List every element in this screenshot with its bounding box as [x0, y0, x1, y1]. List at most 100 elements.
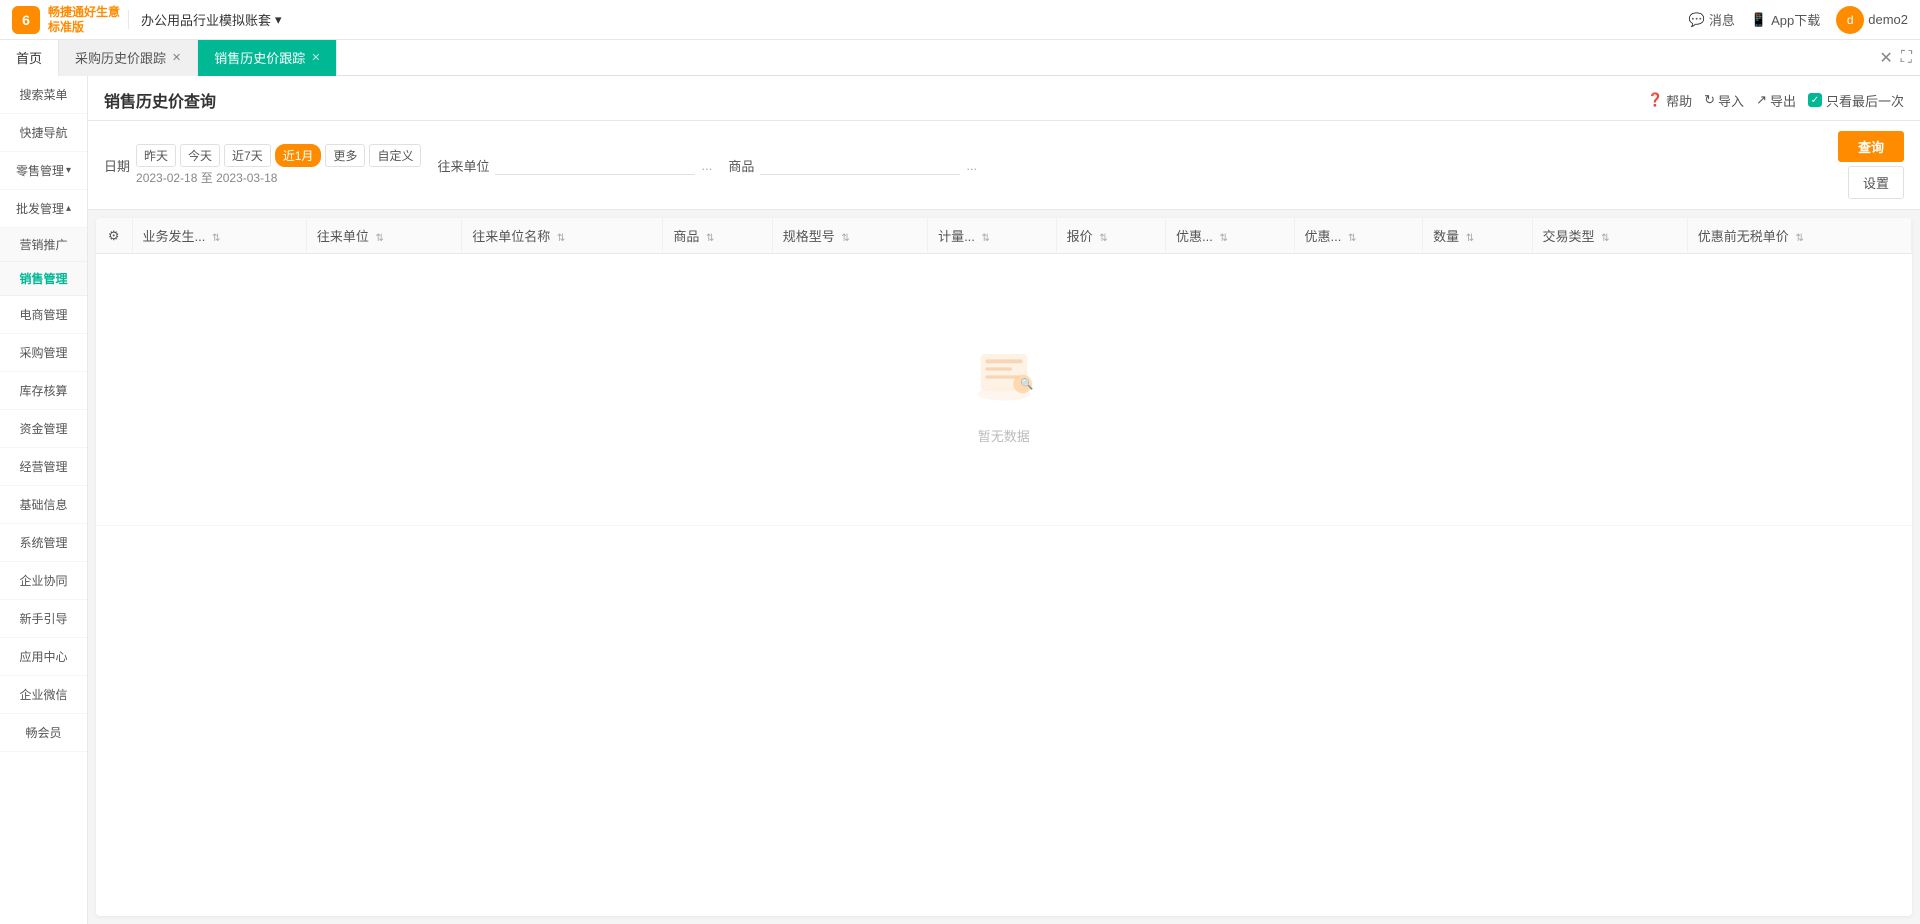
th-unit[interactable]: 计量... ⇅ — [928, 218, 1057, 254]
date-btn-custom[interactable]: 自定义 — [369, 144, 421, 167]
table-body: 🔍 暂无数据 — [96, 254, 1912, 526]
date-filter-col: 昨天 今天 近7天 近1月 更多 自定义 2023-02-18 至 2023-0… — [136, 144, 421, 186]
sidebar-item-member[interactable]: 畅会员 — [0, 714, 87, 752]
partner-label: 往来单位 — [437, 156, 489, 175]
partner-filter-group: 往来单位 ... — [437, 155, 712, 175]
page-title: 销售历史价查询 — [104, 88, 216, 112]
sort-icon-biz-date: ⇅ — [212, 233, 220, 244]
goods-dots[interactable]: ... — [966, 158, 977, 173]
sidebar-item-enterprise[interactable]: 企业协同 — [0, 562, 87, 600]
sidebar-item-quick-nav[interactable]: 快捷导航 — [0, 114, 87, 152]
sidebar-item-system[interactable]: 系统管理 — [0, 524, 87, 562]
import-action[interactable]: ↻ 导入 — [1704, 91, 1744, 110]
th-trade-type[interactable]: 交易类型 ⇅ — [1532, 218, 1687, 254]
tab-home[interactable]: 首页 — [0, 40, 59, 76]
sidebar-item-purchase[interactable]: 采购管理 — [0, 334, 87, 372]
import-icon: ↻ — [1704, 92, 1715, 108]
tab-sales-history-close[interactable]: ✕ — [311, 51, 320, 64]
sidebar-item-corp-wechat[interactable]: 企业微信 — [0, 676, 87, 714]
tab-purchase-history[interactable]: 采购历史价跟踪 ✕ — [59, 40, 198, 76]
gear-icon[interactable]: ⚙ — [108, 228, 120, 243]
sidebar-item-marketing[interactable]: 营销推广 — [0, 228, 87, 262]
th-discount1[interactable]: 优惠... ⇅ — [1166, 218, 1295, 254]
date-label: 日期 — [104, 156, 130, 175]
logo-icon: 6 — [12, 6, 40, 34]
sidebar-item-basic-info[interactable]: 基础信息 — [0, 486, 87, 524]
page-actions: ❓ 帮助 ↻ 导入 ↗ 导出 ✓ 只看最后一次 — [1647, 91, 1904, 110]
nav-app-download[interactable]: 📱 App下载 — [1751, 10, 1820, 29]
main-layout: 搜索菜单 快捷导航 零售管理 ▾ 批发管理 ▴ 营销推广 销售管理 电商管理 采… — [0, 76, 1920, 924]
chevron-up-icon: ▴ — [66, 203, 71, 214]
th-discount2[interactable]: 优惠... ⇅ — [1294, 218, 1423, 254]
topbar-right: 💬 消息 📱 App下载 d demo2 — [1689, 6, 1908, 34]
sidebar-item-inventory[interactable]: 库存核算 — [0, 372, 87, 410]
close-tab-icon[interactable]: ✕ — [1879, 48, 1892, 68]
goods-label: 商品 — [728, 156, 754, 175]
maximize-icon[interactable]: ⛶ — [1901, 49, 1912, 67]
topbar-left: 6 畅捷通好生意 标准版 办公用品行业模拟账套 ▾ — [12, 5, 282, 34]
goods-input[interactable] — [760, 155, 960, 175]
sort-icon-quantity: ⇅ — [1466, 233, 1474, 244]
th-partner-name[interactable]: 往来单位名称 ⇅ — [462, 218, 663, 254]
sidebar-item-search-menu[interactable]: 搜索菜单 — [0, 76, 87, 114]
app-selector[interactable]: 办公用品行业模拟账套 ▾ — [128, 10, 282, 29]
date-btn-today[interactable]: 今天 — [180, 144, 220, 167]
goods-filter-group: 商品 ... — [728, 155, 977, 175]
tab-purchase-history-close[interactable]: ✕ — [172, 51, 181, 64]
export-action[interactable]: ↗ 导出 — [1756, 91, 1796, 110]
th-price[interactable]: 报价 ⇅ — [1056, 218, 1165, 254]
settings-button[interactable]: 设置 — [1848, 166, 1904, 199]
content-area: 销售历史价查询 ❓ 帮助 ↻ 导入 ↗ 导出 ✓ 只看最后一次 — [88, 76, 1920, 924]
sidebar: 搜索菜单 快捷导航 零售管理 ▾ 批发管理 ▴ 营销推广 销售管理 电商管理 采… — [0, 76, 88, 924]
date-btn-last7[interactable]: 近7天 — [224, 144, 271, 167]
sort-icon-price: ⇅ — [1099, 233, 1107, 244]
only-last-checkbox-label[interactable]: ✓ 只看最后一次 — [1808, 91, 1904, 110]
th-goods[interactable]: 商品 ⇅ — [663, 218, 772, 254]
sidebar-item-finance[interactable]: 资金管理 — [0, 410, 87, 448]
th-quantity[interactable]: 数量 ⇅ — [1423, 218, 1532, 254]
partner-dots[interactable]: ... — [701, 158, 712, 173]
sort-icon-partner-code: ⇅ — [376, 233, 384, 244]
th-biz-date[interactable]: 业务发生... ⇅ — [132, 218, 306, 254]
sidebar-item-sales-mgmt[interactable]: 销售管理 — [0, 262, 87, 296]
date-filter-group: 日期 昨天 今天 近7天 近1月 更多 自定义 2023-02-18 至 202… — [104, 144, 421, 186]
only-last-checkbox[interactable]: ✓ — [1808, 93, 1822, 107]
th-pretax-price[interactable]: 优惠前无税单价 ⇅ — [1687, 218, 1911, 254]
chevron-down-icon: ▾ — [275, 12, 282, 28]
date-btn-yesterday[interactable]: 昨天 — [136, 144, 176, 167]
sidebar-item-guide[interactable]: 新手引导 — [0, 600, 87, 638]
message-icon: 💬 — [1689, 12, 1705, 28]
partner-input[interactable] — [495, 155, 695, 175]
filter-right: 查询 设置 — [1838, 131, 1904, 199]
sidebar-item-retail-mgmt[interactable]: 零售管理 ▾ — [0, 152, 87, 190]
th-spec[interactable]: 规格型号 ⇅ — [772, 218, 927, 254]
table-header: ⚙ 业务发生... ⇅ 往来单位 ⇅ 往来单位名称 ⇅ — [96, 218, 1912, 254]
th-gear[interactable]: ⚙ — [96, 218, 132, 254]
chevron-down-icon: ▾ — [66, 165, 71, 176]
sidebar-item-operations[interactable]: 经营管理 — [0, 448, 87, 486]
page-header: 销售历史价查询 ❓ 帮助 ↻ 导入 ↗ 导出 ✓ 只看最后一次 — [88, 76, 1920, 121]
sort-icon-goods: ⇅ — [706, 233, 714, 244]
sort-icon-unit: ⇅ — [982, 233, 990, 244]
date-btn-last1m[interactable]: 近1月 — [275, 144, 322, 167]
sort-icon-discount2: ⇅ — [1348, 233, 1356, 244]
sidebar-item-ecommerce[interactable]: 电商管理 — [0, 296, 87, 334]
empty-text: 暂无数据 — [978, 426, 1030, 445]
tab-sales-history[interactable]: 销售历史价跟踪 ✕ — [198, 40, 337, 76]
help-action[interactable]: ❓ 帮助 — [1647, 91, 1692, 110]
empty-state: 🔍 暂无数据 — [96, 254, 1912, 525]
date-buttons: 昨天 今天 近7天 近1月 更多 自定义 — [136, 144, 421, 167]
nav-message[interactable]: 💬 消息 — [1689, 10, 1735, 29]
svg-text:🔍: 🔍 — [1020, 376, 1033, 390]
table-wrap: ⚙ 业务发生... ⇅ 往来单位 ⇅ 往来单位名称 ⇅ — [96, 218, 1912, 916]
date-btn-more[interactable]: 更多 — [325, 144, 365, 167]
query-button[interactable]: 查询 — [1838, 131, 1904, 162]
sort-icon-trade-type: ⇅ — [1601, 233, 1609, 244]
sidebar-item-app-center[interactable]: 应用中心 — [0, 638, 87, 676]
empty-icon: 🔍 — [964, 334, 1044, 414]
user-profile[interactable]: d demo2 — [1836, 6, 1908, 34]
help-icon: ❓ — [1647, 92, 1663, 108]
th-partner-code[interactable]: 往来单位 ⇅ — [306, 218, 461, 254]
sidebar-item-wholesale-mgmt[interactable]: 批发管理 ▴ — [0, 190, 87, 228]
sort-icon-pretax-price: ⇅ — [1795, 233, 1803, 244]
